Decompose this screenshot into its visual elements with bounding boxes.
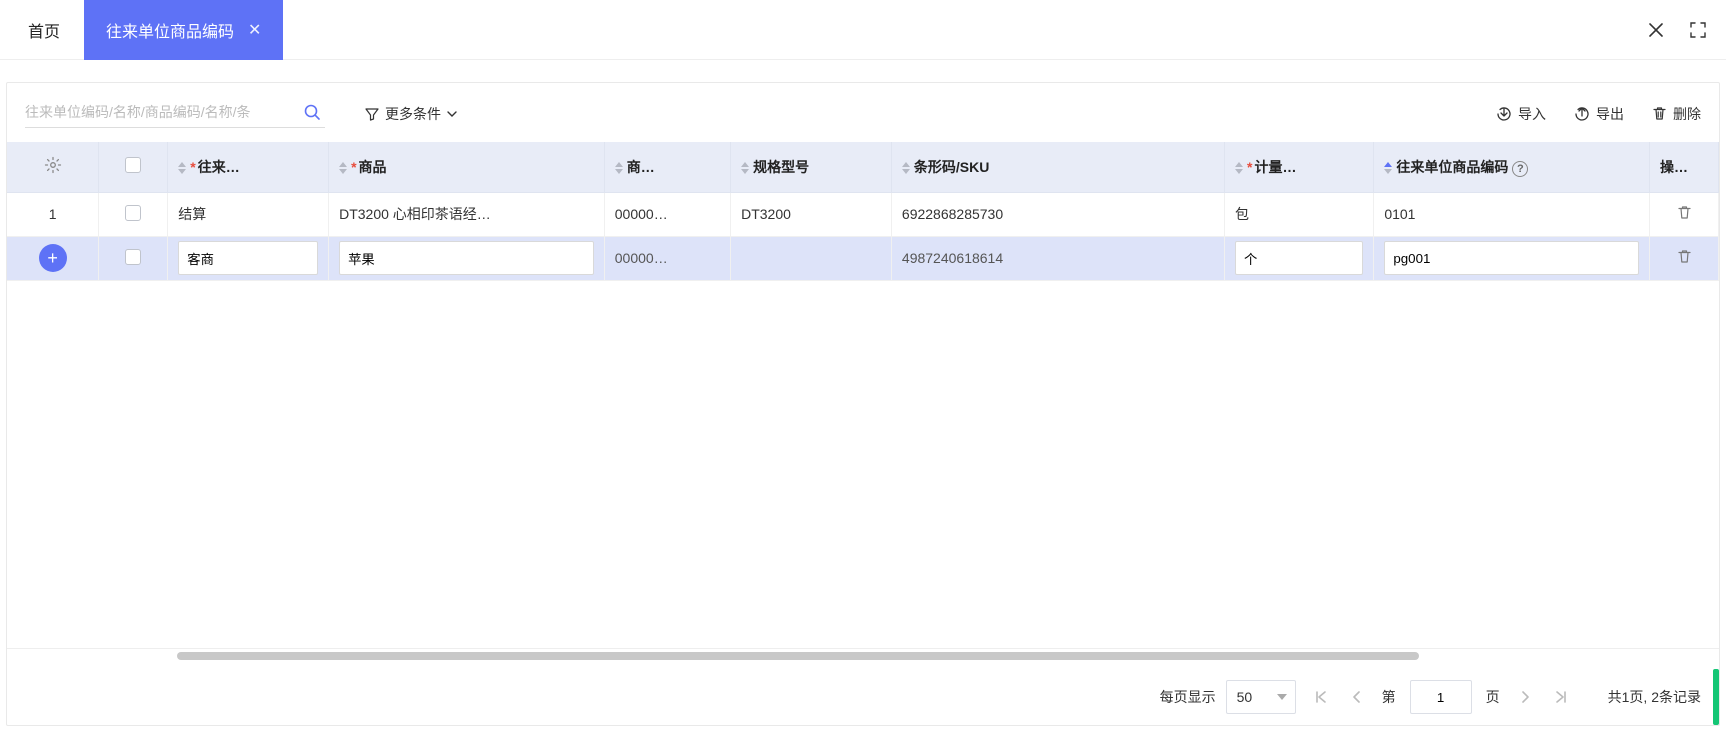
column-product-code-label: 商… (627, 159, 655, 175)
tab-active-label: 往来单位商品编码 (106, 18, 234, 42)
help-icon[interactable]: ? (1512, 161, 1528, 177)
chevron-down-icon (1277, 694, 1287, 700)
row-checkbox[interactable] (125, 205, 141, 221)
chevron-right-icon (1519, 691, 1531, 703)
page-size-select[interactable]: 50 (1226, 680, 1296, 714)
page-prefix-label: 第 (1382, 687, 1396, 707)
export-label: 导出 (1596, 104, 1624, 124)
last-page-icon (1554, 690, 1568, 704)
page-size-value: 50 (1237, 689, 1253, 705)
page-summary: 共1页, 2条记录 (1608, 687, 1701, 707)
cell-product[interactable]: DT3200 心相印茶语经… (329, 192, 605, 236)
export-icon (1574, 106, 1590, 122)
row-checkbox[interactable] (125, 249, 141, 265)
first-page-icon (1314, 690, 1328, 704)
resize-handle[interactable] (1713, 669, 1719, 725)
trash-icon (1652, 106, 1667, 121)
close-icon[interactable]: ✕ (248, 20, 261, 40)
cell-unit[interactable]: 包 (1225, 192, 1374, 236)
trash-icon (1677, 249, 1692, 264)
prev-page-button[interactable] (1346, 686, 1368, 708)
more-conditions-button[interactable]: 更多条件 (365, 104, 457, 124)
cell-product-code[interactable]: 00000… (604, 192, 730, 236)
add-row-button[interactable]: + (39, 244, 67, 272)
close-all-tabs-button[interactable] (1638, 12, 1674, 48)
per-page-label: 每页显示 (1160, 687, 1216, 707)
fullscreen-button[interactable] (1680, 12, 1716, 48)
checkbox-select-all[interactable] (125, 157, 141, 173)
last-page-button[interactable] (1550, 686, 1572, 708)
first-page-button[interactable] (1310, 686, 1332, 708)
toolbar: 更多条件 导入 导出 删除 (7, 91, 1719, 142)
search-button[interactable] (299, 99, 325, 125)
data-grid: *往来… *商品 商… 规格型号 条形码/SKU *计量… 往来单位商品编码? … (7, 142, 1719, 669)
tab-home-label: 首页 (28, 18, 60, 42)
cell-partner-input[interactable] (178, 241, 318, 275)
column-ops: 操… (1650, 142, 1719, 192)
fullscreen-icon (1689, 21, 1707, 39)
cell-partner[interactable]: 结算 (168, 192, 329, 236)
cell-partner-product-code-input[interactable] (1384, 241, 1639, 275)
cell-unit-input[interactable] (1235, 241, 1363, 275)
column-unit-label: 计量… (1254, 159, 1296, 175)
column-barcode[interactable]: 条形码/SKU (891, 142, 1224, 192)
chevron-left-icon (1351, 691, 1363, 703)
column-ops-label: 操… (1660, 159, 1688, 175)
horizontal-scrollbar[interactable] (7, 649, 1719, 663)
column-product-label: 商品 (359, 159, 387, 175)
cell-barcode: 4987240618614 (891, 236, 1224, 280)
column-product[interactable]: *商品 (329, 142, 605, 192)
current-page-input[interactable] (1410, 680, 1472, 714)
cell-spec[interactable]: DT3200 (731, 192, 892, 236)
trash-icon (1677, 205, 1692, 220)
gear-icon (44, 156, 62, 174)
column-select-all[interactable] (99, 142, 168, 192)
column-spec-label: 规格型号 (753, 159, 809, 175)
column-partner[interactable]: *往来… (168, 142, 329, 192)
column-partner-label: 往来… (198, 159, 240, 175)
column-spec[interactable]: 规格型号 (731, 142, 892, 192)
cell-product-input[interactable] (339, 241, 594, 275)
cell-spec (731, 236, 892, 280)
close-icon (1647, 21, 1665, 39)
table-header-row: *往来… *商品 商… 规格型号 条形码/SKU *计量… 往来单位商品编码? … (7, 142, 1719, 192)
grid-empty-area (7, 281, 1719, 650)
page-size-group: 每页显示 50 (1160, 680, 1296, 714)
pagination: 每页显示 50 第 页 共1页, 2条记录 (7, 669, 1719, 725)
search-input[interactable] (25, 104, 299, 120)
row-delete-button[interactable] (1677, 251, 1692, 267)
column-settings[interactable] (7, 142, 99, 192)
table-row[interactable]: + 00000… 4987240618614 (7, 236, 1719, 280)
tab-partner-product-code[interactable]: 往来单位商品编码 ✕ (84, 0, 283, 60)
import-button[interactable]: 导入 (1496, 104, 1546, 124)
search-icon (303, 103, 321, 121)
page-suffix-label: 页 (1486, 687, 1500, 707)
import-icon (1496, 106, 1512, 122)
delete-button[interactable]: 删除 (1652, 104, 1701, 124)
cell-barcode[interactable]: 6922868285730 (891, 192, 1224, 236)
main-panel: 更多条件 导入 导出 删除 (6, 82, 1720, 726)
cell-partner-product-code[interactable]: 0101 (1374, 192, 1650, 236)
tab-home[interactable]: 首页 (4, 0, 84, 60)
next-page-button[interactable] (1514, 686, 1536, 708)
column-partner-product-code[interactable]: 往来单位商品编码? (1374, 142, 1650, 192)
tab-bar: 首页 往来单位商品编码 ✕ (0, 0, 1726, 60)
cell-product-code: 00000… (604, 236, 730, 280)
search-box (25, 99, 325, 128)
import-label: 导入 (1518, 104, 1546, 124)
column-partner-product-code-label: 往来单位商品编码 (1396, 159, 1508, 175)
row-delete-button[interactable] (1677, 207, 1692, 223)
chevron-down-icon (447, 109, 457, 119)
filter-icon (365, 107, 379, 121)
table-row[interactable]: 1 结算 DT3200 心相印茶语经… 00000… DT3200 692286… (7, 192, 1719, 236)
export-button[interactable]: 导出 (1574, 104, 1624, 124)
more-conditions-label: 更多条件 (385, 104, 441, 124)
scrollbar-thumb[interactable] (177, 652, 1419, 660)
row-index: 1 (7, 192, 99, 236)
column-product-code[interactable]: 商… (604, 142, 730, 192)
delete-label: 删除 (1673, 104, 1701, 124)
column-unit[interactable]: *计量… (1225, 142, 1374, 192)
column-barcode-label: 条形码/SKU (914, 159, 989, 175)
